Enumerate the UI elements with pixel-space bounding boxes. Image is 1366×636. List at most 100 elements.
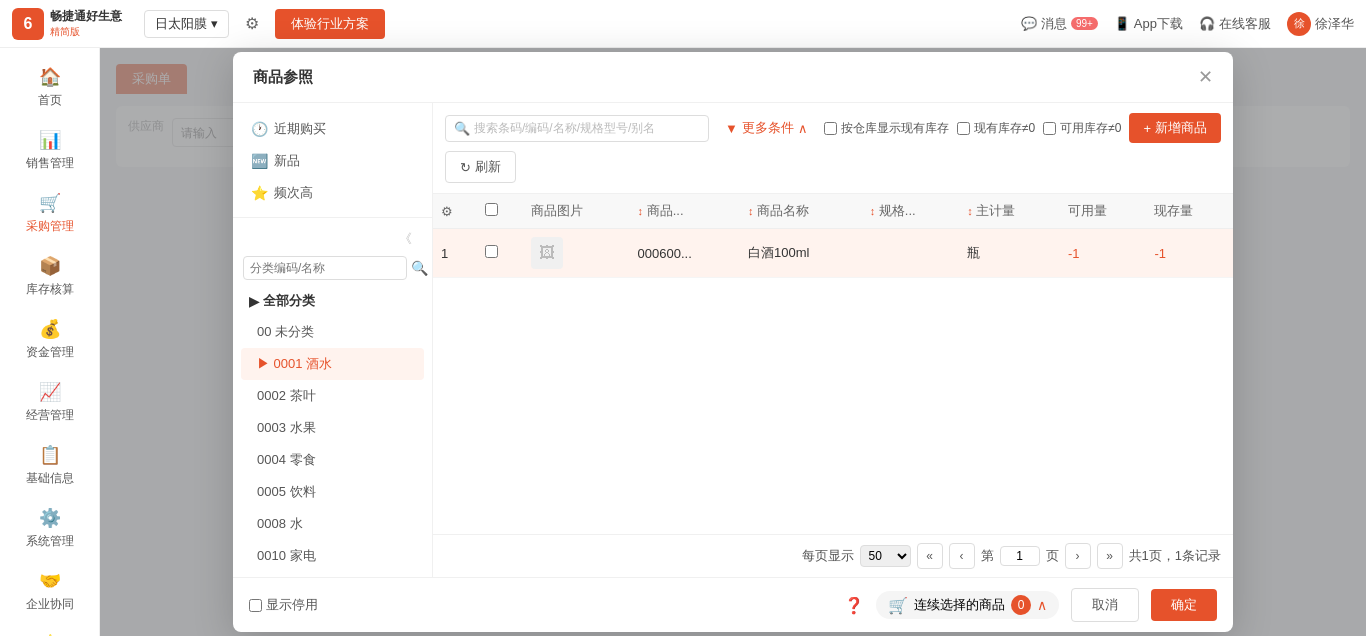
th-image: 商品图片 — [523, 194, 630, 229]
collapse-up-icon[interactable]: ∧ — [1037, 597, 1047, 613]
sort-icon: ↕ — [870, 205, 876, 217]
cart-section: 🛒 连续选择的商品 0 ∧ — [876, 591, 1059, 619]
collab-icon: 🤝 — [39, 570, 61, 592]
sidebar-item-label: 经营管理 — [26, 407, 74, 424]
sidebar-item-label: 库存核算 — [26, 281, 74, 298]
category-search-input[interactable] — [243, 256, 407, 280]
cancel-button[interactable]: 取消 — [1071, 588, 1139, 622]
checkbox-available-nonzero-input[interactable] — [1043, 122, 1056, 135]
th-unit[interactable]: ↕ 主计量 — [959, 194, 1060, 229]
select-all-checkbox[interactable] — [485, 203, 498, 216]
td-stock: -1 — [1146, 229, 1233, 278]
sidebar-item-inventory[interactable]: 📦 库存核算 — [0, 245, 99, 308]
show-disabled-checkbox[interactable]: 显示停用 — [249, 596, 318, 614]
messages-item[interactable]: 💬 消息 99+ — [1021, 15, 1098, 33]
category-item-fruit[interactable]: 0003 水果 — [241, 412, 424, 444]
last-page-button[interactable]: » — [1097, 543, 1123, 569]
category-item-appliances[interactable]: 0010 家电 — [241, 540, 424, 567]
sidebar-item-finance[interactable]: 💰 资金管理 — [0, 308, 99, 371]
modal-footer: 显示停用 ❓ 🛒 连续选择的商品 0 ∧ 取消 确定 — [233, 577, 1233, 632]
prev-page-button[interactable]: ‹ — [949, 543, 975, 569]
checkbox-available-nonzero[interactable]: 可用库存≠0 — [1043, 120, 1121, 137]
modal-body: 🕐 近期购买 🆕 新品 ⭐ 频次高 — [233, 103, 1233, 577]
category-item-snacks[interactable]: 0004 零食 — [241, 444, 424, 476]
sidebar-item-label: 系统管理 — [26, 533, 74, 550]
confirm-button[interactable]: 确定 — [1151, 589, 1217, 621]
checkbox-warehouse[interactable]: 按仓库显示现有库存 — [824, 120, 949, 137]
category-item-water[interactable]: 0008 水 — [241, 508, 424, 540]
category-section: ▶ 全部分类 00 未分类 ▶ 0001 酒水 0002 茶叶 0003 水果 … — [233, 286, 432, 567]
operation-icon: 📈 — [39, 381, 61, 403]
trial-button[interactable]: 体验行业方案 — [275, 9, 385, 39]
th-code[interactable]: ↕ 商品... — [630, 194, 740, 229]
category-item-tea[interactable]: 0002 茶叶 — [241, 380, 424, 412]
show-disabled-input[interactable] — [249, 599, 262, 612]
row-checkbox[interactable] — [485, 245, 498, 258]
logo-text: 畅捷通好生意 精简版 — [50, 8, 122, 39]
per-page-select[interactable]: 50 100 — [860, 545, 911, 567]
category-item-drinks[interactable]: 0005 饮料 — [241, 476, 424, 508]
collapse-panel-button[interactable]: 《 — [395, 226, 416, 252]
top-nav: 6 畅捷通好生意 精简版 日太阳膜 ▾ ⚙ 体验行业方案 💬 消息 99+ 📱 … — [0, 0, 1366, 48]
filter-button[interactable]: ▼ 更多条件 ∧ — [717, 115, 816, 141]
checkbox-stock-nonzero[interactable]: 现有库存≠0 — [957, 120, 1035, 137]
page-number-input[interactable] — [1000, 546, 1040, 566]
online-service-item[interactable]: 🎧 在线客服 — [1199, 15, 1271, 33]
logo-area: 6 畅捷通好生意 精简版 — [12, 8, 132, 40]
sidebar-item-collab[interactable]: 🤝 企业协同 — [0, 560, 99, 623]
category-item-uncategorized[interactable]: 00 未分类 — [241, 316, 424, 348]
refresh-button[interactable]: ↻ 刷新 — [445, 151, 516, 183]
app-download-item[interactable]: 📱 App下载 — [1114, 15, 1183, 33]
left-tab-frequent[interactable]: ⭐ 频次高 — [241, 177, 424, 209]
page-label: 第 — [981, 547, 994, 565]
sidebar-item-operation[interactable]: 📈 经营管理 — [0, 371, 99, 434]
footer-right: ❓ 🛒 连续选择的商品 0 ∧ 取消 确定 — [844, 588, 1217, 622]
sidebar-item-sales[interactable]: 📊 销售管理 — [0, 119, 99, 182]
user-item[interactable]: 徐 徐泽华 — [1287, 12, 1354, 36]
table-row[interactable]: 1 🖼 000600... 白酒100ml 瓶 — [433, 229, 1233, 278]
left-tab-label: 新品 — [274, 152, 300, 170]
add-product-button[interactable]: + 新增商品 — [1129, 113, 1221, 143]
left-tab-new[interactable]: 🆕 新品 — [241, 145, 424, 177]
th-name[interactable]: ↕ 商品名称 — [740, 194, 862, 229]
sidebar-item-guide[interactable]: 🌟 新手引导 — [0, 623, 99, 636]
category-search-icon[interactable]: 🔍 — [411, 260, 428, 276]
modal-overlay: 商品参照 ✕ 🕐 近期购买 🆕 — [100, 48, 1366, 636]
th-checkbox[interactable] — [477, 194, 523, 229]
modal-title: 商品参照 — [253, 68, 313, 87]
search-icon: 🔍 — [454, 121, 470, 136]
product-table: ⚙ 商品图片 ↕ 商品... ↕ 商品名称 — [433, 194, 1233, 278]
sidebar-item-system[interactable]: ⚙️ 系统管理 — [0, 497, 99, 560]
help-icon[interactable]: ❓ — [844, 596, 864, 615]
left-tab-recent[interactable]: 🕐 近期购买 — [241, 113, 424, 145]
modal-close-button[interactable]: ✕ — [1198, 66, 1213, 88]
left-panel-tabs: 🕐 近期购买 🆕 新品 ⭐ 频次高 — [233, 113, 432, 209]
td-image: 🖼 — [523, 229, 630, 278]
td-checkbox[interactable] — [477, 229, 523, 278]
td-code: 000600... — [630, 229, 740, 278]
sidebar-item-label: 销售管理 — [26, 155, 74, 172]
message-badge: 99+ — [1071, 17, 1098, 30]
sidebar-item-label: 采购管理 — [26, 218, 74, 235]
product-search-bar[interactable]: 🔍 搜索条码/编码/名称/规格型号/别名 — [445, 115, 709, 142]
next-page-button[interactable]: › — [1065, 543, 1091, 569]
th-spec[interactable]: ↕ 规格... — [862, 194, 959, 229]
checkbox-warehouse-input[interactable] — [824, 122, 837, 135]
sidebar-item-label: 基础信息 — [26, 470, 74, 487]
category-item-liquor[interactable]: ▶ 0001 酒水 — [241, 348, 424, 380]
checkbox-stock-nonzero-input[interactable] — [957, 122, 970, 135]
star-icon: ⭐ — [251, 185, 268, 201]
settings-icon[interactable]: ⚙ — [245, 14, 259, 33]
modal-dialog: 商品参照 ✕ 🕐 近期购买 🆕 — [233, 52, 1233, 632]
sidebar-item-purchase[interactable]: 🛒 采购管理 — [0, 182, 99, 245]
category-all[interactable]: ▶ 全部分类 — [241, 286, 424, 316]
sidebar-item-basic[interactable]: 📋 基础信息 — [0, 434, 99, 497]
td-unit: 瓶 — [959, 229, 1060, 278]
first-page-button[interactable]: « — [917, 543, 943, 569]
th-settings[interactable]: ⚙ — [433, 194, 477, 229]
th-available: 可用量 — [1060, 194, 1146, 229]
nav-right: 💬 消息 99+ 📱 App下载 🎧 在线客服 徐 徐泽华 — [1021, 12, 1354, 36]
td-name: 白酒100ml — [740, 229, 862, 278]
nav-dropdown[interactable]: 日太阳膜 ▾ — [144, 10, 229, 38]
sidebar-item-home[interactable]: 🏠 首页 — [0, 56, 99, 119]
